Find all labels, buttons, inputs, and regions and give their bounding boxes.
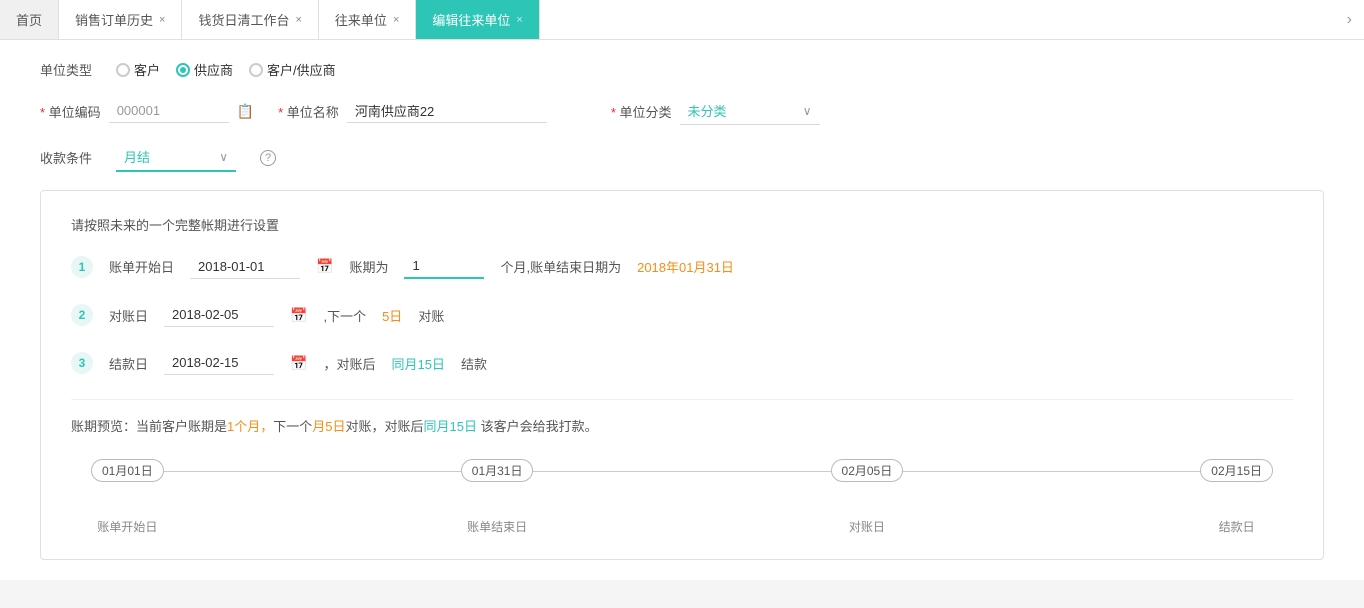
unit-code-input[interactable] (109, 99, 229, 123)
step-1-period-input[interactable] (404, 254, 484, 279)
tab-cash-reconcile-close[interactable]: × (295, 14, 301, 26)
step-2-highlight1: 5日 (382, 306, 402, 325)
unit-code-icon[interactable]: 📋 (237, 103, 254, 120)
tab-sales-history-close[interactable]: × (159, 14, 165, 26)
step-3-cal-icon[interactable]: 📅 (290, 355, 307, 372)
tab-sales-history[interactable]: 销售订单历史 × (59, 0, 182, 39)
step-1-cal-icon[interactable]: 📅 (316, 258, 333, 275)
tab-home[interactable]: 首页 (0, 0, 59, 39)
unit-type-label: 单位类型 (40, 60, 92, 79)
step-2-cal-icon[interactable]: 📅 (290, 307, 307, 324)
radio-supplier-circle (176, 63, 190, 77)
timeline-point-4: 02月15日 结款日 (1200, 459, 1273, 535)
tab-bar: 首页 销售订单历史 × 钱货日清工作台 × 往来单位 × 编辑往来单位 × › (0, 0, 1364, 40)
main-content: 单位类型 客户 供应商 客户/供应商 单位编码 📋 单位名称 (0, 40, 1364, 580)
radio-supplier-label: 供应商 (194, 60, 233, 79)
unit-name-input[interactable] (347, 99, 547, 123)
preview-mid2: 对账，对账后 (346, 419, 424, 434)
step-2-label: 对账日 (109, 306, 148, 325)
unit-type-radio-group: 客户 供应商 客户/供应商 (116, 60, 336, 79)
tab-edit-counterparty[interactable]: 编辑往来单位 × (416, 0, 539, 39)
tab-edit-counterparty-label: 编辑往来单位 (432, 10, 510, 29)
step-1-label: 账单开始日 (109, 257, 174, 276)
tab-cash-reconcile[interactable]: 钱货日清工作台 × (182, 0, 318, 39)
payment-terms-label: 收款条件 (40, 148, 92, 167)
timeline-badge-2: 01月31日 (461, 459, 534, 482)
panel-title: 请按照未来的一个完整帐期进行设置 (71, 215, 1293, 234)
tab-home-label: 首页 (16, 10, 42, 29)
step-2-row: 2 对账日 📅 ,下一个 5日 对账 (71, 303, 1293, 327)
radio-both-label: 客户/供应商 (267, 60, 336, 79)
expand-button[interactable]: › (1335, 0, 1364, 39)
tab-counterparty-label: 往来单位 (335, 10, 387, 29)
tab-counterparty-close[interactable]: × (393, 14, 399, 26)
unit-type-row: 单位类型 客户 供应商 客户/供应商 (40, 60, 1324, 79)
preview-mid: 下一个 (273, 419, 312, 434)
help-icon[interactable]: ? (260, 150, 276, 166)
radio-customer-circle (116, 63, 130, 77)
timeline-label-4: 结款日 (1219, 518, 1255, 535)
step-3-row: 3 结款日 📅 ，对账后 同月15日 结款 (71, 351, 1293, 375)
step-3-highlight2: 同月15日 (391, 354, 444, 373)
timeline-label-1: 账单开始日 (97, 518, 157, 535)
preview-payment: 同月15日 (424, 419, 477, 434)
unit-code-group: 单位编码 📋 (40, 99, 254, 123)
step-1-desc-suffix: 个月,账单结束日期为 (500, 257, 621, 276)
unit-code-name-row: 单位编码 📋 单位名称 单位分类 未分类 ∨ (40, 97, 1324, 125)
radio-customer-label: 客户 (134, 60, 160, 79)
unit-category-group: 单位分类 未分类 ∨ (611, 97, 820, 125)
tab-cash-reconcile-label: 钱货日清工作台 (198, 10, 289, 29)
unit-category-value: 未分类 (688, 101, 795, 120)
step-1-end-date: 2018年01月31日 (637, 257, 734, 276)
step-1-num: 1 (71, 256, 93, 278)
step-1-row: 1 账单开始日 📅 账期为 个月,账单结束日期为 2018年01月31日 (71, 254, 1293, 279)
settings-panel: 请按照未来的一个完整帐期进行设置 1 账单开始日 📅 账期为 个月,账单结束日期… (40, 190, 1324, 560)
step-1-date-input[interactable] (190, 255, 300, 279)
preview-section: 账期预览：当前客户账期是1个月，下一个月5日对账，对账后同月15日 该客户会给我… (71, 399, 1293, 535)
timeline: 01月01日 账单开始日 01月31日 账单结束日 02月05日 对账日 (71, 459, 1293, 535)
step-3-num: 3 (71, 352, 93, 374)
tab-counterparty[interactable]: 往来单位 × (319, 0, 416, 39)
step-3-desc-suffix: 结款 (461, 354, 487, 373)
unit-code-label: 单位编码 (40, 102, 101, 121)
step-3-label: 结款日 (109, 354, 148, 373)
step-1-desc-prefix: 账期为 (349, 257, 388, 276)
step-2-desc-suffix: 对账 (418, 306, 444, 325)
step-2-desc-prefix: ,下一个 (323, 306, 366, 325)
preview-prefix: 账期预览：当前客户账期是 (71, 419, 227, 434)
payment-terms-arrow: ∨ (219, 150, 228, 164)
radio-supplier[interactable]: 供应商 (176, 60, 233, 79)
unit-name-label: 单位名称 (278, 102, 339, 121)
timeline-label-3: 对账日 (849, 518, 885, 535)
radio-both-circle (249, 63, 263, 77)
timeline-point-2: 01月31日 账单结束日 (461, 459, 534, 535)
unit-category-arrow: ∨ (803, 104, 812, 118)
tab-sales-history-label: 销售订单历史 (75, 10, 153, 29)
step-2-num: 2 (71, 304, 93, 326)
tab-edit-counterparty-close[interactable]: × (516, 14, 522, 26)
step-2-date-input[interactable] (164, 303, 274, 327)
timeline-point-1: 01月01日 账单开始日 (91, 459, 164, 535)
step-3-date-input[interactable] (164, 351, 274, 375)
timeline-points: 01月01日 账单开始日 01月31日 账单结束日 02月05日 对账日 (91, 459, 1273, 535)
payment-terms-value: 月结 (124, 147, 211, 166)
radio-both[interactable]: 客户/供应商 (249, 60, 336, 79)
timeline-label-2: 账单结束日 (467, 518, 527, 535)
unit-name-group: 单位名称 (278, 99, 547, 123)
step-3-desc-prefix: ，对账后 (323, 354, 375, 373)
preview-suffix: 该客户会给我打款。 (481, 419, 598, 434)
timeline-badge-1: 01月01日 (91, 459, 164, 482)
timeline-point-3: 02月05日 对账日 (831, 459, 904, 535)
timeline-badge-3: 02月05日 (831, 459, 904, 482)
preview-text: 账期预览：当前客户账期是1个月，下一个月5日对账，对账后同月15日 该客户会给我… (71, 416, 1293, 435)
payment-terms-dropdown[interactable]: 月结 ∨ (116, 143, 236, 172)
preview-reconcile: 月5日 (312, 419, 345, 434)
radio-customer[interactable]: 客户 (116, 60, 160, 79)
unit-category-label: 单位分类 (611, 102, 672, 121)
payment-terms-row: 收款条件 月结 ∨ ? (40, 143, 1324, 172)
timeline-badge-4: 02月15日 (1200, 459, 1273, 482)
preview-period: 1个月， (227, 419, 273, 434)
unit-category-dropdown[interactable]: 未分类 ∨ (680, 97, 820, 125)
